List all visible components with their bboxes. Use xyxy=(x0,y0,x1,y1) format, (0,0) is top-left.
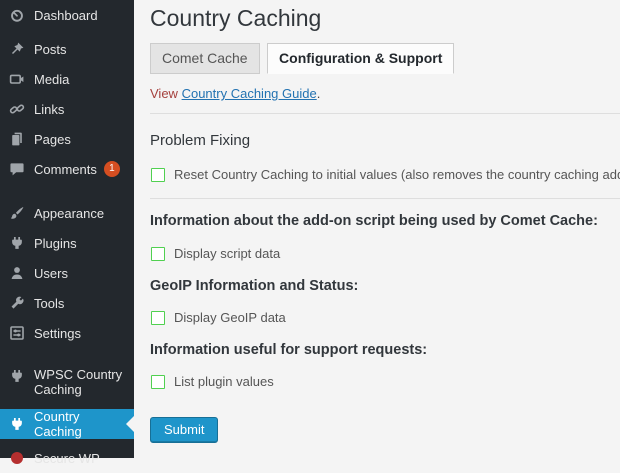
sidebar-item-posts[interactable]: Posts xyxy=(0,34,134,64)
script-data-checkbox-label: Display script data xyxy=(174,246,281,261)
page-title: Country Caching xyxy=(150,5,322,31)
sidebar-item-label: Dashboard xyxy=(34,7,98,23)
divider xyxy=(150,113,620,114)
admin-sidebar: Dashboard Posts Media Links Pages Commen… xyxy=(0,0,134,466)
sidebar-item-label: Secure WP xyxy=(34,450,100,466)
plugin-values-checkbox-row: List plugin values xyxy=(150,374,620,389)
guide-line: View Country Caching Guide. xyxy=(150,86,620,101)
pages-icon xyxy=(8,131,25,148)
reset-checkbox-label: Reset Country Caching to initial values … xyxy=(174,167,620,182)
sidebar-item-media[interactable]: Media xyxy=(0,64,134,94)
support-heading: Information useful for support requests: xyxy=(150,342,428,358)
sidebar-item-label: Media xyxy=(34,71,70,87)
sidebar-item-tools[interactable]: Tools xyxy=(0,288,134,318)
reset-checkbox-row: Reset Country Caching to initial values … xyxy=(150,167,620,182)
country-caching-guide-link[interactable]: Country Caching Guide xyxy=(182,86,317,101)
plug-icon xyxy=(8,235,25,252)
plug-icon xyxy=(8,367,25,384)
script-info-heading: Information about the add-on script bein… xyxy=(150,213,598,229)
wrench-icon xyxy=(8,295,25,312)
sidebar-item-label: Appearance xyxy=(34,205,105,221)
list-plugin-values-checkbox[interactable] xyxy=(151,374,165,389)
sidebar-item-label: Tools xyxy=(34,295,65,311)
display-geoip-data-checkbox[interactable] xyxy=(151,310,165,325)
red-circle-icon xyxy=(8,450,25,467)
sidebar-item-label: Country Caching xyxy=(34,409,82,439)
tab-configuration-support[interactable]: Configuration & Support xyxy=(267,43,455,74)
tab-comet-cache[interactable]: Comet Cache xyxy=(150,43,260,74)
user-icon xyxy=(8,265,25,282)
sidebar-item-links[interactable]: Links xyxy=(0,94,134,124)
sidebar-item-label: Pages xyxy=(34,131,71,147)
sidebar-item-label: Posts xyxy=(34,41,67,57)
geoip-checkbox-row: Display GeoIP data xyxy=(150,310,620,325)
sidebar-item-users[interactable]: Users xyxy=(0,258,134,288)
sidebar-item-label: Plugins xyxy=(34,235,77,251)
display-script-data-checkbox[interactable] xyxy=(151,246,165,261)
comment-bubble-icon xyxy=(8,161,25,178)
geoip-checkbox-label: Display GeoIP data xyxy=(174,310,286,325)
chain-link-icon xyxy=(8,101,25,118)
sidebar-item-settings[interactable]: Settings xyxy=(0,318,134,348)
sidebar-item-label: Links xyxy=(34,101,65,117)
plug-icon xyxy=(8,416,25,433)
plugin-values-checkbox-label: List plugin values xyxy=(174,374,274,389)
submit-button[interactable]: Submit xyxy=(150,417,219,443)
sidebar-item-appearance[interactable]: Appearance xyxy=(0,198,134,228)
reset-country-caching-checkbox[interactable] xyxy=(151,167,165,182)
sidebar-item-country-caching[interactable]: Country Caching xyxy=(0,409,134,439)
sidebar-item-secure-wp[interactable]: Secure WP xyxy=(0,443,134,473)
problem-fixing-heading: Problem Fixing xyxy=(150,132,251,149)
guide-prefix: View xyxy=(150,86,178,101)
sidebar-item-label: Settings xyxy=(34,325,81,341)
sidebar-item-pages[interactable]: Pages xyxy=(0,124,134,154)
brush-icon xyxy=(8,205,25,222)
sidebar-item-comments[interactable]: Comments 1 xyxy=(0,154,134,184)
tab-bar: Comet Cache Configuration & Support xyxy=(150,43,620,74)
sidebar-item-dashboard[interactable]: Dashboard xyxy=(0,0,134,30)
media-camera-icon xyxy=(8,71,25,88)
geoip-heading: GeoIP Information and Status: xyxy=(150,278,359,294)
sidebar-item-wpsc-country-caching[interactable]: WPSC Country Caching xyxy=(0,362,134,402)
sidebar-item-plugins[interactable]: Plugins xyxy=(0,228,134,258)
comments-count-badge: 1 xyxy=(103,161,120,177)
sidebar-item-label: Comments xyxy=(34,161,97,177)
dashboard-gauge-icon xyxy=(8,7,25,24)
script-data-checkbox-row: Display script data xyxy=(150,246,620,261)
sidebar-item-label: WPSC Country Caching xyxy=(34,367,123,397)
divider xyxy=(150,198,620,199)
settings-page: Country Caching Comet Cache Configuratio… xyxy=(134,0,620,458)
sidebar-item-label: Users xyxy=(34,265,68,281)
settings-sliders-icon xyxy=(8,325,25,342)
pin-icon xyxy=(8,41,25,58)
guide-suffix: . xyxy=(316,86,321,101)
